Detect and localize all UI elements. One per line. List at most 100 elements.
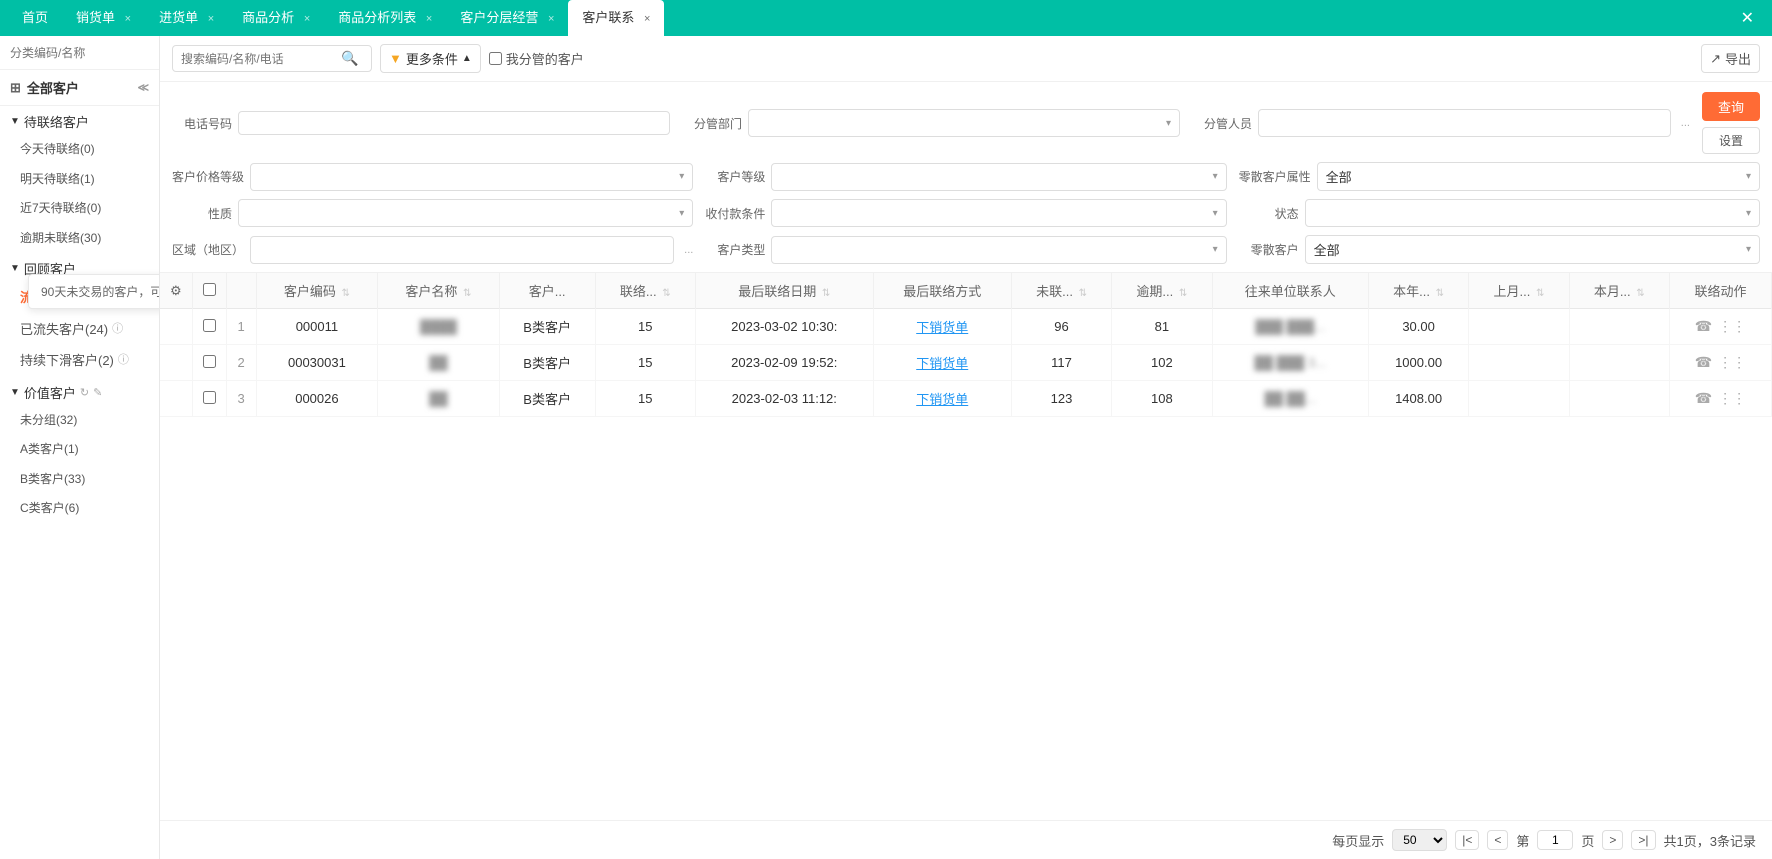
filter-more-btn[interactable]: ▼ 更多条件 ▲	[380, 44, 481, 73]
more-actions-icon[interactable]: ⋮⋮	[1718, 318, 1746, 335]
col-settings[interactable]: ⚙	[160, 273, 192, 309]
sidebar-item-today[interactable]: 今天待联络(0)	[0, 135, 159, 165]
col-this-year[interactable]: 本年... ⇅	[1368, 273, 1468, 309]
refresh-icon[interactable]: ↻	[80, 386, 89, 399]
sidebar-item-declining[interactable]: 持续下滑客户(2) ⓘ	[0, 345, 159, 376]
close-tab-contact[interactable]: ×	[644, 13, 650, 25]
page-label: 第	[1516, 831, 1529, 850]
filter-status-select[interactable]: ▾	[1305, 199, 1760, 227]
search-submit-icon[interactable]: 🔍	[341, 50, 358, 67]
sidebar-section-pending[interactable]: ▼ 待联络客户	[0, 106, 159, 135]
close-all-button[interactable]: ✕	[1731, 8, 1764, 28]
export-button[interactable]: ↗ 导出	[1701, 44, 1760, 73]
arrow-down-icon3: ▼	[10, 387, 20, 398]
tab-sales-order[interactable]: 销货单 ×	[62, 0, 145, 36]
row-last-way-cell[interactable]: 下销货单	[873, 345, 1011, 381]
contact-icon[interactable]: ☎	[1695, 354, 1712, 371]
select-all-checkbox[interactable]	[203, 283, 216, 296]
close-tab-sales[interactable]: ×	[125, 13, 131, 25]
tab-purchase-order[interactable]: 进货单 ×	[145, 0, 228, 36]
row-last-way-cell[interactable]: 下销货单	[873, 381, 1011, 417]
close-tab-product-list[interactable]: ×	[426, 13, 432, 25]
first-page-btn[interactable]: |<	[1455, 830, 1479, 850]
filter-nature-select[interactable]: ▾	[238, 199, 693, 227]
row-settings-cell	[160, 381, 192, 417]
row-last-date-cell: 2023-03-02 10:30:	[695, 309, 873, 345]
col-no-contact[interactable]: 未联... ⇅	[1011, 273, 1111, 309]
col-last-date[interactable]: 最后联络日期 ⇅	[695, 273, 873, 309]
sidebar-item-class-c[interactable]: C类客户(6)	[0, 494, 159, 524]
close-tab-tier[interactable]: ×	[548, 13, 554, 25]
row-checkbox[interactable]	[203, 355, 216, 368]
row-last-way-cell[interactable]: 下销货单	[873, 309, 1011, 345]
sidebar-item-week[interactable]: 近7天待联络(0)	[0, 194, 159, 224]
filter-zero-attr-select[interactable]: 全部 ▾	[1317, 162, 1760, 191]
row-checkbox-cell[interactable]	[192, 345, 226, 381]
row-checkbox-cell[interactable]	[192, 381, 226, 417]
filter-cust-level-field: 客户等级 ▾	[705, 162, 1226, 191]
filter-price-level-select[interactable]: ▾	[250, 163, 693, 191]
col-overdue[interactable]: 逾期... ⇅	[1112, 273, 1212, 309]
settings-button[interactable]: 设置	[1702, 127, 1760, 154]
region-more-btn[interactable]: ...	[684, 244, 693, 256]
close-tab-purchase[interactable]: ×	[208, 13, 214, 25]
sidebar-item-churned[interactable]: 已流失客户(24) ⓘ	[0, 314, 159, 345]
per-page-select[interactable]: 50 100	[1392, 829, 1447, 851]
row-checkbox[interactable]	[203, 391, 216, 404]
sidebar-item-ungrouped[interactable]: 未分组(32)	[0, 406, 159, 436]
next-page-btn[interactable]: >	[1602, 830, 1623, 850]
col-code[interactable]: 客户编码 ⇅	[256, 273, 378, 309]
tab-product-list[interactable]: 商品分析列表 ×	[324, 0, 446, 36]
col-last-month[interactable]: 上月... ⇅	[1469, 273, 1569, 309]
tab-customer-tier[interactable]: 客户分层经营 ×	[446, 0, 568, 36]
query-button[interactable]: 查询	[1702, 92, 1760, 121]
row-checkbox[interactable]	[203, 319, 216, 332]
all-customers-item[interactable]: ⊞ 全部客户 ≪	[0, 70, 159, 106]
search-input[interactable]	[181, 52, 341, 66]
sidebar-search-input[interactable]	[10, 46, 160, 60]
filter-cust-type-select[interactable]: ▾	[771, 236, 1226, 264]
sidebar-item-overdue[interactable]: 逾期未联络(30)	[0, 224, 159, 254]
table-body: 1 000011 ████ B类客户 15 2023-03-02 10:30: …	[160, 309, 1772, 417]
filter-phone-input[interactable]	[238, 111, 670, 135]
my-customers-checkbox[interactable]: 我分管的客户	[489, 49, 584, 68]
row-unit-contact-cell: ██ ███ 3...	[1212, 345, 1368, 381]
close-tab-analysis[interactable]: ×	[304, 13, 310, 25]
col-this-month[interactable]: 本月... ⇅	[1569, 273, 1669, 309]
contact-icon[interactable]: ☎	[1695, 318, 1712, 335]
customer-table: ⚙ 客户编码 ⇅ 客户名称 ⇅ 客户...	[160, 273, 1772, 417]
sidebar-item-class-a[interactable]: A类客户(1)	[0, 435, 159, 465]
person-more-btn[interactable]: ...	[1681, 117, 1690, 129]
total-records: 共1页，3条记录	[1664, 831, 1756, 850]
row-settings-cell	[160, 309, 192, 345]
filter-person-select[interactable]	[1258, 109, 1671, 137]
sidebar-item-tomorrow[interactable]: 明天待联络(1)	[0, 165, 159, 195]
filter-region-select[interactable]	[250, 236, 674, 264]
sidebar-search-area: 🔍	[0, 36, 159, 70]
filter-icon: ▼	[389, 51, 402, 66]
collapse-sidebar-btn[interactable]: ≪	[137, 81, 149, 94]
edit-icon[interactable]: ✎	[93, 386, 102, 399]
my-customers-input[interactable]	[489, 52, 502, 65]
filter-zero-cust-select[interactable]: 全部 ▾	[1305, 235, 1760, 264]
more-actions-icon[interactable]: ⋮⋮	[1718, 390, 1746, 407]
sort-icon9: ⇅	[1636, 288, 1644, 299]
table-row: 1 000011 ████ B类客户 15 2023-03-02 10:30: …	[160, 309, 1772, 345]
filter-dept-select[interactable]: ▾	[748, 109, 1180, 137]
filter-price-level-field: 客户价格等级 ▾	[172, 162, 693, 191]
more-actions-icon[interactable]: ⋮⋮	[1718, 354, 1746, 371]
sidebar-section-value[interactable]: ▼ 价值客户 ↻ ✎	[0, 377, 159, 406]
sidebar-item-class-b[interactable]: B类客户(33)	[0, 465, 159, 495]
tab-customer-contact[interactable]: 客户联系 ×	[568, 0, 664, 36]
page-number-input[interactable]	[1537, 830, 1573, 850]
prev-page-btn[interactable]: <	[1487, 830, 1508, 850]
filter-cust-level-select[interactable]: ▾	[771, 163, 1226, 191]
filter-payment-select[interactable]: ▾	[771, 199, 1226, 227]
col-name[interactable]: 客户名称 ⇅	[378, 273, 500, 309]
col-contact[interactable]: 联络... ⇅	[595, 273, 695, 309]
row-checkbox-cell[interactable]	[192, 309, 226, 345]
contact-icon[interactable]: ☎	[1695, 390, 1712, 407]
tab-home[interactable]: 首页	[8, 0, 62, 36]
tab-product-analysis[interactable]: 商品分析 ×	[228, 0, 324, 36]
last-page-btn[interactable]: >|	[1631, 830, 1655, 850]
